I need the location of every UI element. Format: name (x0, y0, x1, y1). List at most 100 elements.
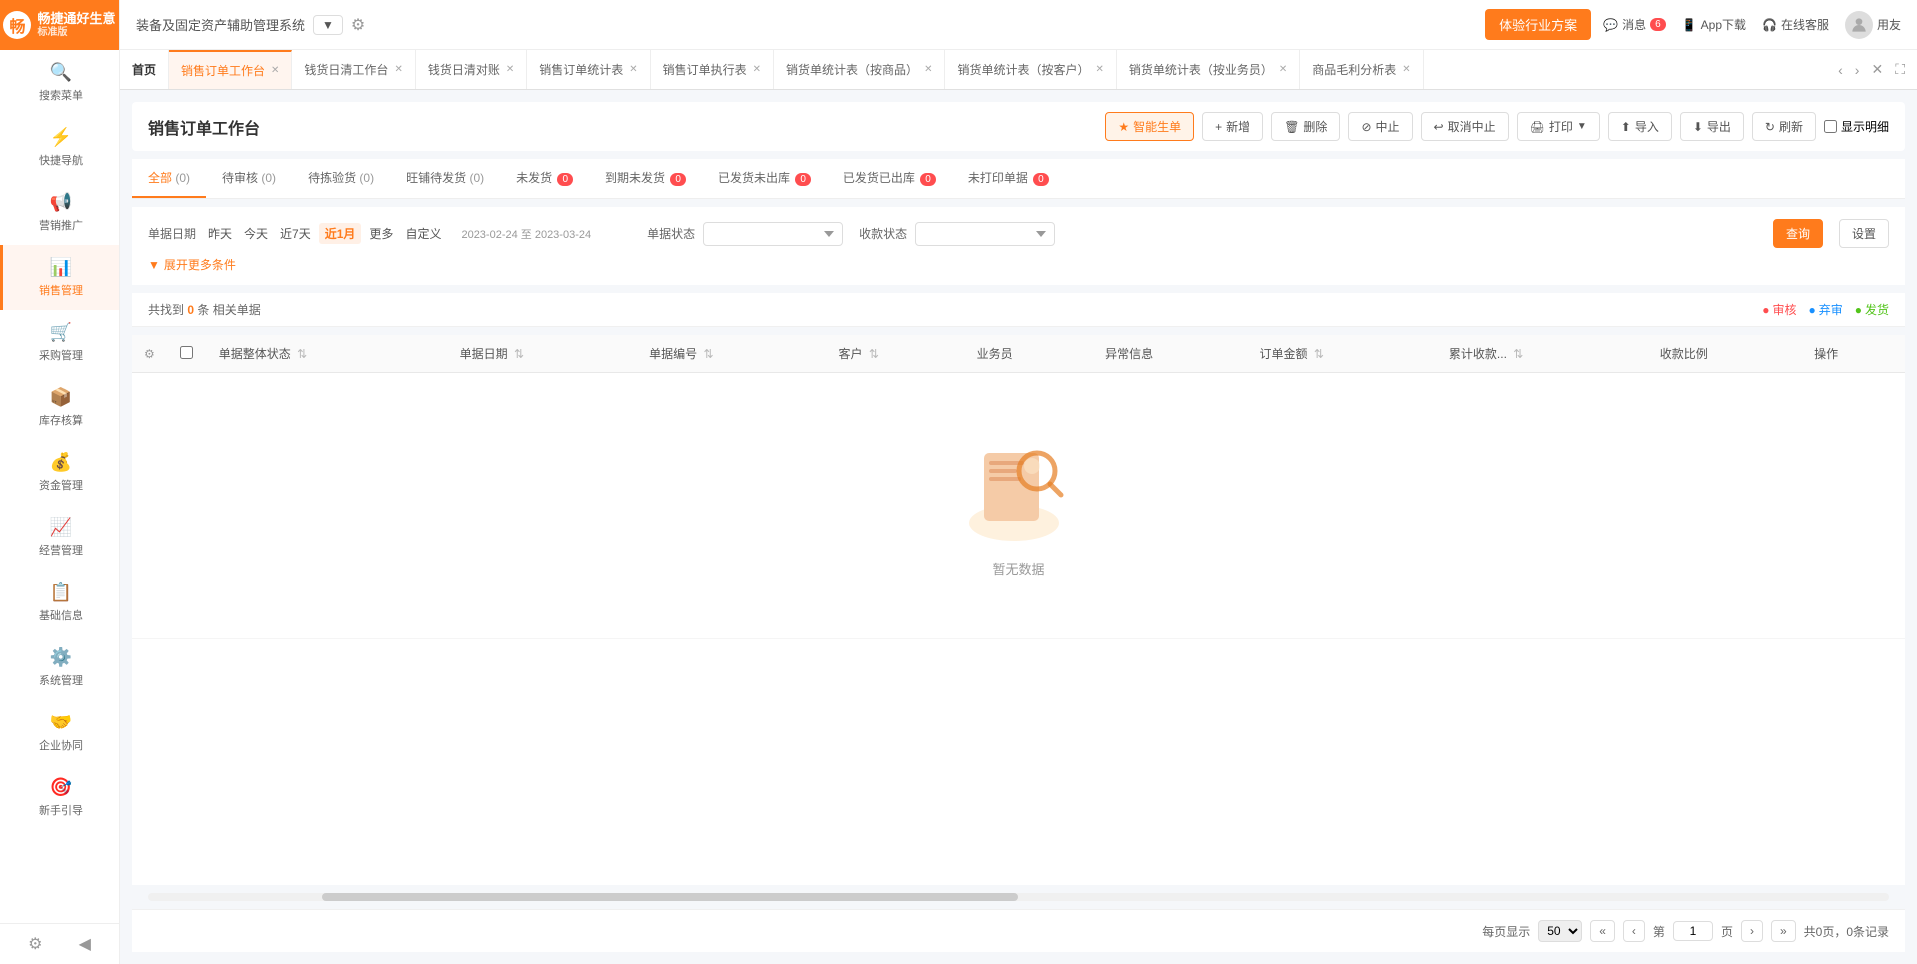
tab-sales-workbench[interactable]: 销售订单工作台 ✕ (169, 50, 292, 89)
smart-create-button[interactable]: ★ 智能生单 (1105, 112, 1194, 141)
sidebar-item-operations[interactable]: 📈 经营管理 (0, 505, 119, 570)
horizontal-scrollbar[interactable] (148, 893, 1889, 901)
sidebar-item-basic-info[interactable]: 📋 基础信息 (0, 570, 119, 635)
per-page-select[interactable]: 50 (1538, 920, 1582, 942)
delete-button[interactable]: 🗑 删除 (1271, 112, 1340, 141)
filter-tab-pending-inspect[interactable]: 待拣验货 (0) (292, 159, 390, 198)
tab-nav-next[interactable]: › (1851, 60, 1864, 80)
sidebar-item-marketing[interactable]: 📢 营销推广 (0, 180, 119, 245)
tab-sales-stat[interactable]: 销售订单统计表 ✕ (527, 50, 650, 89)
sort-collected-icon[interactable]: ⇅ (1513, 347, 1523, 361)
tab-cash-reconcile[interactable]: 钱货日清对账 ✕ (416, 50, 527, 89)
tab-sales-summary-customer[interactable]: 销货单统计表（按客户） ✕ (945, 50, 1116, 89)
system-icon: ⚙️ (50, 647, 72, 668)
tab-nav-prev[interactable]: ‹ (1834, 60, 1847, 80)
sidebar-item-system[interactable]: ⚙️ 系统管理 (0, 635, 119, 700)
sort-number-icon[interactable]: ⇅ (703, 347, 713, 361)
expand-conditions-btn[interactable]: ▼ 展开更多条件 (148, 256, 1889, 273)
topbar-gear-icon[interactable]: ⚙ (351, 15, 365, 35)
first-page-btn[interactable]: « (1590, 920, 1615, 942)
sidebar-item-enterprise[interactable]: 🤝 企业协同 (0, 700, 119, 765)
date-7days[interactable]: 近7天 (276, 223, 315, 244)
tab-close-sales-summary-product[interactable]: ✕ (924, 64, 932, 75)
tab-sales-summary-product[interactable]: 销货单统计表（按商品） ✕ (774, 50, 945, 89)
sort-amount-icon[interactable]: ⇅ (1314, 347, 1324, 361)
tab-cash-daily[interactable]: 钱货日清工作台 ✕ (292, 50, 415, 89)
filter-tab-all[interactable]: 全部 (0) (132, 159, 206, 198)
app-download-btn[interactable]: 📱 App下载 (1682, 16, 1746, 33)
sidebar-item-inventory[interactable]: 📦 库存核算 (0, 375, 119, 440)
sidebar-item-guide[interactable]: 🎯 新手引导 (0, 765, 119, 830)
col-checkbox[interactable] (167, 335, 207, 373)
solution-button[interactable]: 体验行业方案 (1485, 9, 1591, 40)
tab-sales-summary-staff[interactable]: 销货单统计表（按业务员） ✕ (1117, 50, 1300, 89)
col-amount: 订单金额 ⇅ (1247, 335, 1436, 373)
select-all-checkbox[interactable] (180, 346, 193, 359)
filter-tab-overdue[interactable]: 到期未发货 0 (589, 159, 702, 198)
marketing-icon: 📢 (50, 192, 72, 213)
sidebar-item-quick-nav[interactable]: ⚡ 快捷导航 (0, 115, 119, 180)
add-button[interactable]: + 新增 (1202, 112, 1263, 141)
ship-action[interactable]: ● 发货 (1855, 301, 1889, 318)
date-custom[interactable]: 自定义 (401, 223, 445, 244)
message-btn[interactable]: 💬 消息 6 (1603, 16, 1666, 33)
sidebar-collapse-btn[interactable]: ◀ (79, 934, 91, 954)
tab-nav-maximize[interactable]: ⛶ (1891, 59, 1909, 80)
lightning-icon: ⚡ (50, 127, 72, 148)
prev-page-btn[interactable]: ‹ (1623, 920, 1645, 942)
user-menu[interactable]: 用友 (1845, 11, 1901, 39)
sort-state-icon[interactable]: ⇅ (297, 347, 307, 361)
system-dropdown[interactable]: ▼ (313, 15, 343, 35)
import-button[interactable]: ⬆ 导入 (1608, 112, 1672, 141)
tab-home[interactable]: 首页 (120, 50, 169, 89)
tab-close-product-margin[interactable]: ✕ (1402, 64, 1410, 75)
online-service-btn[interactable]: 🎧 在线客服 (1762, 16, 1829, 33)
stop-button[interactable]: ⊘ 中止 (1348, 112, 1412, 141)
date-1month[interactable]: 近1月 (319, 223, 362, 244)
tab-close-cash-daily[interactable]: ✕ (394, 64, 402, 75)
filter-tab-shipped-not-in[interactable]: 已发货未出库 0 (702, 159, 827, 198)
sidebar-settings-btn[interactable]: ⚙ (28, 934, 42, 954)
sidebar-item-finance[interactable]: 💰 资金管理 (0, 440, 119, 505)
tab-product-margin[interactable]: 商品毛利分析表 ✕ (1300, 50, 1423, 89)
tab-close-cash-reconcile[interactable]: ✕ (506, 64, 514, 75)
sort-date-icon[interactable]: ⇅ (514, 347, 524, 361)
status-select[interactable] (703, 222, 843, 246)
filter-tab-not-printed[interactable]: 未打印单据 0 (952, 159, 1065, 198)
sidebar-item-purchase[interactable]: 🛒 采购管理 (0, 310, 119, 375)
page-input[interactable] (1673, 921, 1713, 941)
tab-close-sales-workbench[interactable]: ✕ (271, 65, 279, 76)
review-action[interactable]: ● 审核 (1762, 301, 1796, 318)
tab-close-sales-exec[interactable]: ✕ (753, 64, 761, 75)
tab-close-sales-summary-staff[interactable]: ✕ (1279, 64, 1287, 75)
refresh-button[interactable]: ↻ 刷新 (1752, 112, 1816, 141)
last-page-btn[interactable]: » (1771, 920, 1796, 942)
tab-close-sales-stat[interactable]: ✕ (629, 64, 637, 75)
payment-select[interactable] (915, 222, 1055, 246)
query-button[interactable]: 查询 (1773, 219, 1823, 248)
sidebar-item-sales[interactable]: 📊 销售管理 (0, 245, 119, 310)
tab-close-sales-summary-customer[interactable]: ✕ (1095, 64, 1103, 75)
filter-tab-pending-review[interactable]: 待审核 (0) (206, 159, 292, 198)
show-detail-toggle[interactable]: 显示明细 (1824, 118, 1889, 135)
filter-tab-shipped-out[interactable]: 已发货已出库 0 (827, 159, 952, 198)
date-today[interactable]: 今天 (240, 223, 272, 244)
col-settings[interactable]: ⚙ (132, 335, 167, 373)
sort-customer-icon[interactable]: ⇅ (869, 347, 879, 361)
scrollbar-thumb[interactable] (322, 893, 1018, 901)
logo-icon: 畅 (3, 11, 31, 39)
total-text: 共0页，0条记录 (1804, 923, 1889, 940)
print-button[interactable]: 🖨 打印 ▼ (1517, 112, 1600, 141)
date-yesterday[interactable]: 昨天 (204, 223, 236, 244)
settings-button[interactable]: 设置 (1839, 219, 1889, 248)
tab-nav-close-all[interactable]: ✕ (1867, 59, 1887, 80)
cancel-review-action[interactable]: ● 弃审 (1808, 301, 1842, 318)
date-more[interactable]: 更多 (365, 223, 397, 244)
filter-tab-wangpu[interactable]: 旺铺待发货 (0) (390, 159, 500, 198)
tab-sales-exec[interactable]: 销售订单执行表 ✕ (651, 50, 774, 89)
next-page-btn[interactable]: › (1741, 920, 1763, 942)
filter-tab-not-shipped[interactable]: 未发货 0 (500, 159, 589, 198)
sidebar-item-search[interactable]: 🔍 搜索菜单 (0, 50, 119, 115)
export-button[interactable]: ⬇ 导出 (1680, 112, 1744, 141)
cancel-stop-button[interactable]: ↩ 取消中止 (1421, 112, 1509, 141)
